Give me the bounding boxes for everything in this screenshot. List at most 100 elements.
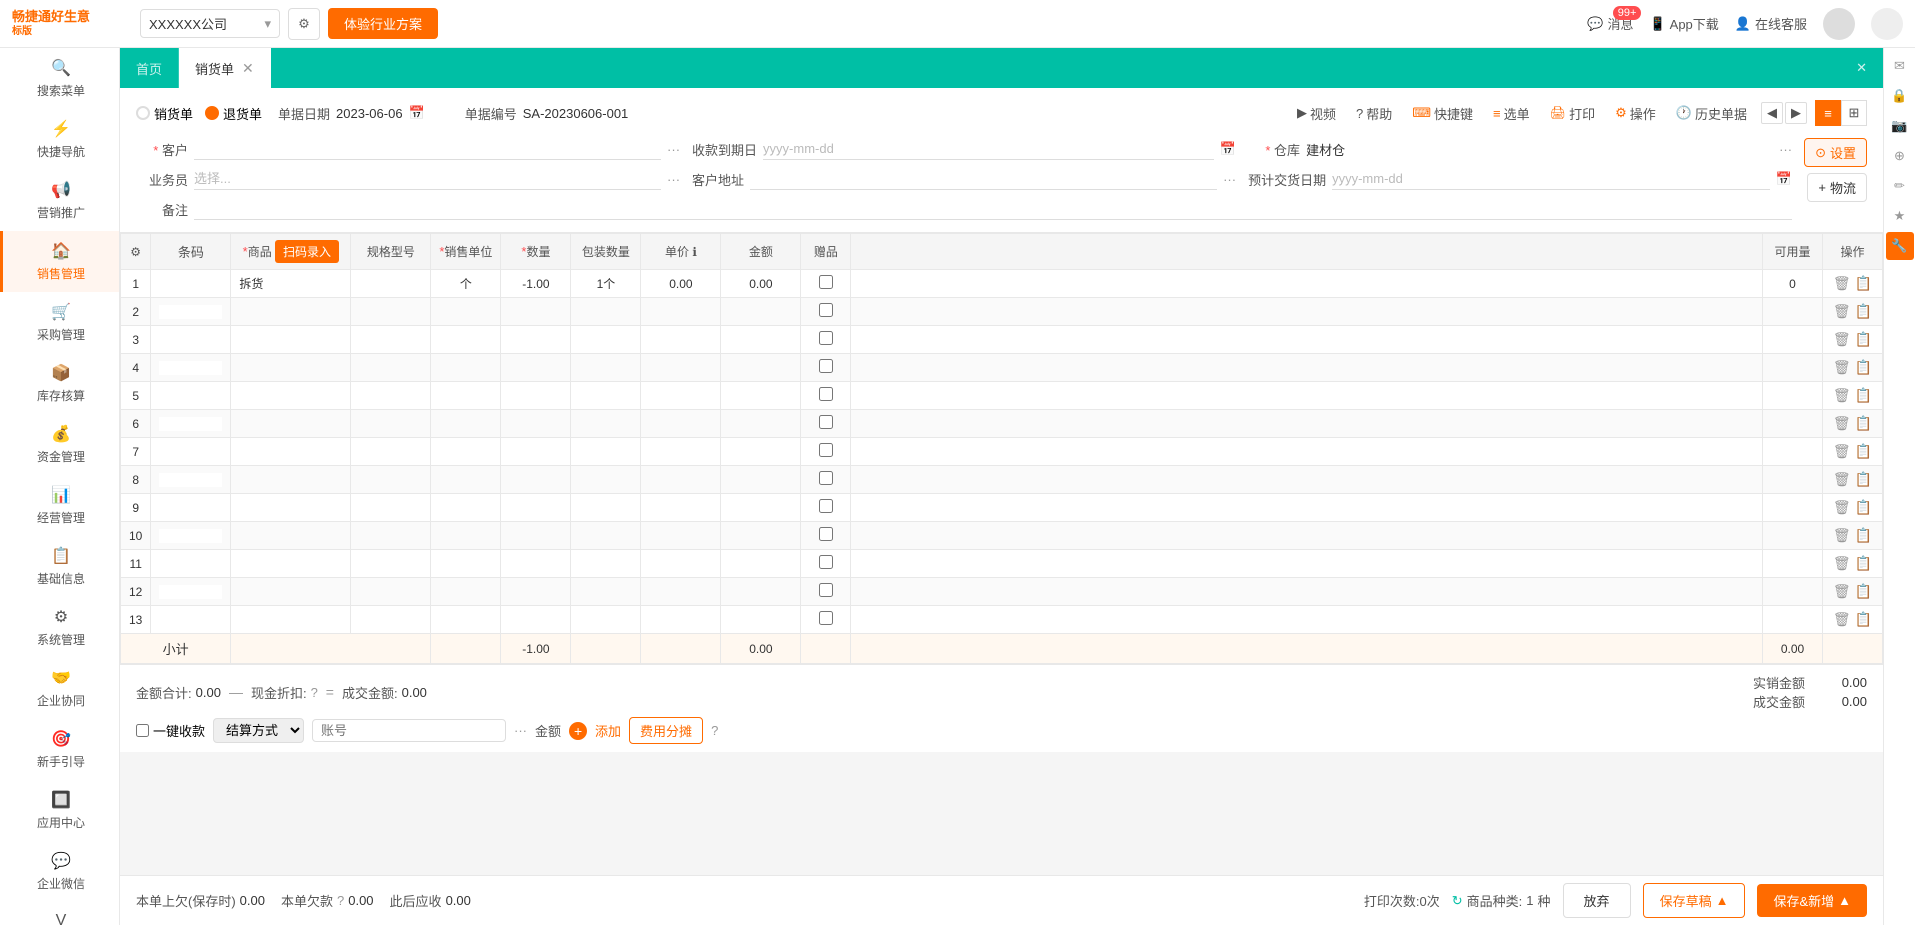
row-unit[interactable] bbox=[431, 326, 501, 354]
row-amount[interactable] bbox=[721, 326, 801, 354]
row-unit[interactable]: 个 bbox=[431, 270, 501, 298]
row-spec[interactable] bbox=[351, 550, 431, 578]
owed-help-icon[interactable]: ? bbox=[337, 893, 344, 908]
payment-due-input[interactable] bbox=[763, 138, 1214, 160]
row-delete-btn[interactable]: 🗑 bbox=[1833, 555, 1851, 572]
expense-help-icon[interactable]: ? bbox=[711, 723, 718, 738]
select-btn[interactable]: ≡ 选单 bbox=[1487, 101, 1536, 126]
sidebar-item-finance[interactable]: 💰 资金管理 bbox=[0, 414, 119, 475]
row-product[interactable] bbox=[231, 606, 351, 634]
row-unit[interactable] bbox=[431, 494, 501, 522]
row-pkg-qty[interactable] bbox=[571, 326, 641, 354]
row-spec[interactable] bbox=[351, 354, 431, 382]
shortcut-btn[interactable]: ⌨ 快捷键 bbox=[1406, 101, 1479, 126]
row-price[interactable] bbox=[641, 298, 721, 326]
row-barcode[interactable] bbox=[151, 550, 231, 578]
row-copy-btn[interactable]: 📋 bbox=[1855, 275, 1872, 292]
row-product[interactable]: 拆货 bbox=[231, 270, 351, 298]
sidebar-item-member[interactable]: V 畅会员 bbox=[0, 902, 119, 925]
trial-button[interactable]: 体验行业方案 bbox=[328, 8, 438, 39]
row-gift[interactable] bbox=[801, 606, 851, 634]
row-barcode[interactable] bbox=[151, 578, 231, 606]
row-pkg-qty[interactable] bbox=[571, 410, 641, 438]
tab-close-right[interactable]: ✕ bbox=[1840, 48, 1883, 88]
app-download-button[interactable]: 📱 App下载 bbox=[1649, 14, 1718, 33]
right-panel-msg-btn[interactable]: ✉ bbox=[1886, 52, 1914, 80]
view-list-btn[interactable]: ≡ bbox=[1815, 100, 1841, 126]
row-spec[interactable] bbox=[351, 326, 431, 354]
row-spec[interactable] bbox=[351, 382, 431, 410]
bank-dots[interactable]: ··· bbox=[514, 723, 527, 738]
row-delete-btn[interactable]: 🗑 bbox=[1833, 331, 1851, 348]
nav-next[interactable]: ▶ bbox=[1785, 102, 1807, 124]
row-product[interactable] bbox=[231, 578, 351, 606]
row-price[interactable] bbox=[641, 326, 721, 354]
row-pkg-qty[interactable]: 1个 bbox=[571, 270, 641, 298]
customer-input[interactable] bbox=[194, 138, 661, 160]
sidebar-item-sales[interactable]: 🏠 销售管理 bbox=[0, 231, 119, 292]
right-panel-edit-btn[interactable]: ✏ bbox=[1886, 172, 1914, 200]
row-spec[interactable] bbox=[351, 578, 431, 606]
row-product[interactable] bbox=[231, 410, 351, 438]
refresh-icon[interactable]: ↻ bbox=[1452, 893, 1463, 909]
address-dots[interactable]: ··· bbox=[1223, 172, 1236, 187]
row-delete-btn[interactable]: 🗑 bbox=[1833, 471, 1851, 488]
sidebar-item-marketing[interactable]: 📢 营销推广 bbox=[0, 170, 119, 231]
row-pkg-qty[interactable] bbox=[571, 438, 641, 466]
row-pkg-qty[interactable] bbox=[571, 354, 641, 382]
salesperson-dots[interactable]: ··· bbox=[667, 172, 680, 187]
row-price[interactable] bbox=[641, 382, 721, 410]
row-spec[interactable] bbox=[351, 410, 431, 438]
avatar2[interactable] bbox=[1871, 8, 1903, 40]
row-spec[interactable] bbox=[351, 438, 431, 466]
sidebar-item-search[interactable]: 🔍 搜索菜单 bbox=[0, 48, 119, 109]
row-barcode[interactable] bbox=[151, 410, 231, 438]
online-service-button[interactable]: 👤 在线客服 bbox=[1735, 14, 1807, 33]
doc-value[interactable]: SA-20230606-001 bbox=[523, 106, 629, 121]
row-barcode[interactable] bbox=[151, 438, 231, 466]
row-unit[interactable] bbox=[431, 354, 501, 382]
row-qty[interactable] bbox=[501, 550, 571, 578]
row-delete-btn[interactable]: 🗑 bbox=[1833, 583, 1851, 600]
row-product[interactable] bbox=[231, 382, 351, 410]
row-delete-btn[interactable]: 🗑 bbox=[1833, 611, 1851, 628]
row-qty[interactable] bbox=[501, 326, 571, 354]
one-click-checkbox[interactable] bbox=[136, 724, 149, 737]
expense-split-button[interactable]: 费用分摊 bbox=[629, 717, 703, 744]
settings-button[interactable]: ⊙ 设置 bbox=[1804, 138, 1867, 167]
row-qty[interactable] bbox=[501, 578, 571, 606]
row-copy-btn[interactable]: 📋 bbox=[1855, 387, 1872, 404]
right-panel-tool-btn[interactable]: 🔧 bbox=[1886, 232, 1914, 260]
operate-btn[interactable]: ⚙ 操作 bbox=[1609, 101, 1662, 126]
tab-close-icon[interactable]: ✕ bbox=[242, 60, 254, 77]
row-unit[interactable] bbox=[431, 466, 501, 494]
row-gift[interactable] bbox=[801, 438, 851, 466]
customer-dots[interactable]: ··· bbox=[667, 142, 680, 157]
right-panel-add-btn[interactable]: ⊕ bbox=[1886, 142, 1914, 170]
sidebar-item-basic[interactable]: 📋 基础信息 bbox=[0, 536, 119, 597]
company-selector[interactable]: XXXXXX公司 ▾ bbox=[140, 9, 280, 38]
row-spec[interactable] bbox=[351, 522, 431, 550]
row-qty[interactable] bbox=[501, 522, 571, 550]
remarks-input[interactable] bbox=[194, 198, 1792, 220]
date-value[interactable]: 2023-06-06 bbox=[336, 106, 403, 121]
row-gift[interactable] bbox=[801, 466, 851, 494]
discard-button[interactable]: 放弃 bbox=[1563, 883, 1631, 918]
row-delete-btn[interactable]: 🗑 bbox=[1833, 303, 1851, 320]
row-qty[interactable]: -1.00 bbox=[501, 270, 571, 298]
row-amount[interactable] bbox=[721, 550, 801, 578]
row-price[interactable] bbox=[641, 438, 721, 466]
row-spec[interactable] bbox=[351, 270, 431, 298]
row-product[interactable] bbox=[231, 494, 351, 522]
row-gift[interactable] bbox=[801, 550, 851, 578]
logistics-button[interactable]: + 物流 bbox=[1807, 173, 1867, 202]
right-panel-star-btn[interactable]: ★ bbox=[1886, 202, 1914, 230]
row-barcode[interactable] bbox=[151, 382, 231, 410]
save-new-button[interactable]: 保存&新增 ▲ bbox=[1757, 884, 1867, 917]
salesperson-input[interactable] bbox=[194, 168, 661, 190]
row-price[interactable] bbox=[641, 354, 721, 382]
row-gift[interactable] bbox=[801, 494, 851, 522]
row-unit[interactable] bbox=[431, 438, 501, 466]
row-delete-btn[interactable]: 🗑 bbox=[1833, 275, 1851, 292]
row-gift[interactable] bbox=[801, 298, 851, 326]
